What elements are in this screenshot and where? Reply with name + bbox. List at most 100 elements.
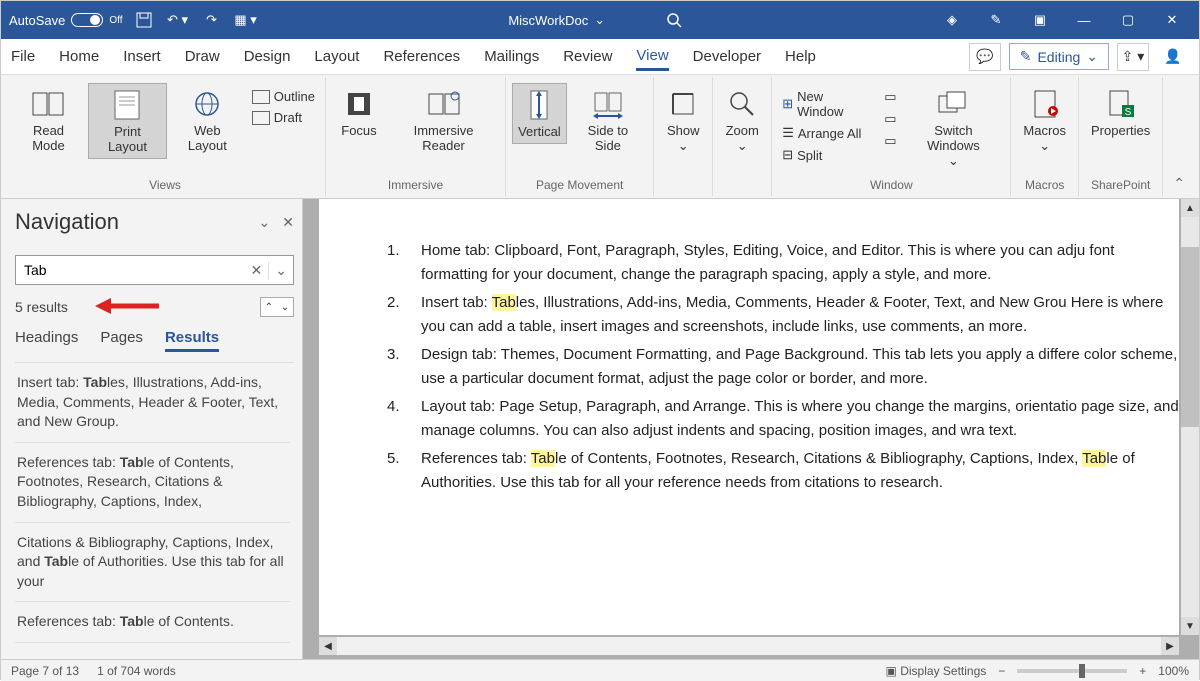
arrange-all-button[interactable]: ☰Arrange All — [780, 123, 870, 143]
tab-help[interactable]: Help — [785, 44, 816, 69]
zoom-slider[interactable] — [1017, 669, 1127, 673]
tab-draw[interactable]: Draw — [185, 44, 220, 69]
qat-more-icon[interactable]: ▦ ▾ — [233, 7, 259, 33]
status-bar: Page 7 of 13 1 of 704 words ▣ Display Se… — [1, 659, 1199, 681]
outline-button[interactable]: Outline — [250, 87, 317, 106]
vertical-scrollbar[interactable]: ▲▼ — [1181, 199, 1199, 635]
search-dropdown-button[interactable]: ⌄ — [268, 262, 293, 279]
tab-mailings[interactable]: Mailings — [484, 44, 539, 69]
window-icon[interactable]: ▣ — [1021, 6, 1059, 34]
page-status[interactable]: Page 7 of 13 — [11, 664, 79, 678]
search-icon[interactable] — [665, 11, 683, 29]
display-settings-button[interactable]: ▣ Display Settings — [886, 664, 987, 678]
window-group-label: Window — [778, 178, 1004, 194]
navigation-pane: Navigation ⌄ ✕ ✕ ⌄ 5 results ⌃ ⌄ Heading… — [1, 199, 303, 659]
tab-developer[interactable]: Developer — [693, 44, 761, 69]
navtab-pages[interactable]: Pages — [100, 329, 143, 352]
zoom-button[interactable]: Zoom⌄ — [719, 83, 765, 158]
close-pane-button[interactable]: ✕ — [282, 214, 294, 231]
zoom-in-button[interactable]: + — [1139, 664, 1146, 678]
close-button[interactable]: ✕ — [1153, 6, 1191, 34]
chevron-down-icon[interactable]: ⌄ — [259, 214, 271, 231]
zoom-out-button[interactable]: − — [998, 664, 1005, 678]
draft-button[interactable]: Draft — [250, 108, 317, 127]
scroll-right-button[interactable]: ▶ — [1161, 637, 1179, 655]
clear-search-button[interactable]: ✕ — [245, 262, 269, 279]
zoom-icon — [725, 87, 759, 121]
next-result-button[interactable]: ⌄ — [277, 298, 293, 316]
tab-design[interactable]: Design — [244, 44, 291, 69]
view-side-button[interactable]: ▭ — [882, 87, 898, 107]
side-to-side-button[interactable]: Side to Side — [569, 83, 648, 157]
document-page[interactable]: Home tab: Clipboard, Font, Paragraph, St… — [319, 199, 1179, 635]
tab-view[interactable]: View — [636, 43, 668, 71]
pencil-icon: ✎ — [1020, 48, 1032, 65]
brush-icon[interactable]: ✎ — [977, 6, 1015, 34]
scroll-up-button[interactable]: ▲ — [1181, 199, 1199, 217]
tab-home[interactable]: Home — [59, 44, 99, 69]
horizontal-scrollbar[interactable]: ◀▶ — [319, 637, 1179, 655]
navigation-search[interactable]: ✕ ⌄ — [15, 255, 294, 285]
save-icon[interactable] — [131, 7, 157, 33]
prev-result-button[interactable]: ⌃ — [261, 298, 277, 316]
editing-mode-button[interactable]: ✎Editing⌄ — [1009, 43, 1109, 70]
chevron-down-icon: ⌄ — [1039, 138, 1050, 154]
comments-button[interactable]: 💬 — [969, 43, 1001, 71]
result-item[interactable]: References tab: Table of Contents. — [15, 602, 290, 643]
sync-scroll-button[interactable]: ▭ — [882, 109, 898, 129]
result-item[interactable]: Citations & Bibliography, Captions, Inde… — [15, 523, 290, 603]
chevron-down-icon: ⌄ — [737, 138, 748, 154]
scroll-thumb[interactable] — [1181, 247, 1199, 427]
read-mode-button[interactable]: Read Mode — [11, 83, 86, 157]
zoom-level[interactable]: 100% — [1158, 664, 1189, 678]
autosave-toggle[interactable]: AutoSave Off — [9, 13, 123, 28]
properties-button[interactable]: SProperties — [1085, 83, 1156, 142]
chevron-down-icon: ⌄ — [594, 12, 605, 28]
share-button[interactable]: ⇪ ▾ — [1117, 43, 1149, 71]
macros-button[interactable]: Macros⌄ — [1017, 83, 1072, 158]
diamond-icon[interactable]: ◈ — [933, 6, 971, 34]
navtab-results[interactable]: Results — [165, 329, 219, 352]
focus-icon — [342, 87, 376, 121]
account-icon[interactable]: 👤 — [1157, 43, 1189, 71]
toggle-off-icon[interactable] — [71, 13, 103, 27]
scroll-left-button[interactable]: ◀ — [319, 637, 337, 655]
vertical-button[interactable]: Vertical — [512, 83, 566, 144]
switch-windows-button[interactable]: Switch Windows⌄ — [903, 83, 1005, 173]
focus-button[interactable]: Focus — [332, 83, 386, 142]
result-item[interactable]: References tab: Table of Contents, Footn… — [15, 443, 290, 523]
autosave-label: AutoSave — [9, 13, 65, 28]
scroll-down-button[interactable]: ▼ — [1181, 617, 1199, 635]
navtab-headings[interactable]: Headings — [15, 329, 78, 352]
show-button[interactable]: Show⌄ — [660, 83, 706, 158]
minimize-button[interactable]: — — [1065, 6, 1103, 34]
tab-file[interactable]: File — [11, 44, 35, 69]
list-item: Layout tab: Page Setup, Paragraph, and A… — [387, 395, 1179, 443]
arrow-annotation-icon — [95, 295, 165, 317]
reset-icon: ▭ — [884, 133, 896, 149]
new-window-button[interactable]: ⊞New Window — [780, 87, 870, 121]
immersive-reader-button[interactable]: Immersive Reader — [388, 83, 499, 157]
tab-references[interactable]: References — [383, 44, 460, 69]
reset-window-button[interactable]: ▭ — [882, 131, 898, 151]
split-button[interactable]: ⊟Split — [780, 145, 870, 165]
tab-insert[interactable]: Insert — [123, 44, 161, 69]
tab-review[interactable]: Review — [563, 44, 612, 69]
immersive-reader-icon — [427, 87, 461, 121]
document-title[interactable]: MiscWorkDoc ⌄ — [508, 12, 605, 28]
redo-icon[interactable]: ↷ — [199, 7, 225, 33]
switch-windows-icon — [936, 87, 970, 121]
list-item: Insert tab: Tables, Illustrations, Add-i… — [387, 291, 1179, 339]
web-layout-button[interactable]: Web Layout — [169, 83, 246, 157]
result-item[interactable]: Insert tab: Tables, Illustrations, Add-i… — [15, 363, 290, 443]
collapse-ribbon-button[interactable]: ⌃ — [1163, 171, 1195, 196]
word-count[interactable]: 1 of 704 words — [97, 664, 176, 678]
print-layout-icon — [110, 88, 144, 122]
undo-icon[interactable]: ↶ ▾ — [165, 7, 191, 33]
search-input[interactable] — [16, 262, 245, 278]
print-layout-button[interactable]: Print Layout — [88, 83, 167, 159]
side-to-side-icon — [591, 87, 625, 121]
tab-layout[interactable]: Layout — [314, 44, 359, 69]
maximize-button[interactable]: ▢ — [1109, 6, 1147, 34]
read-mode-icon — [31, 87, 65, 121]
